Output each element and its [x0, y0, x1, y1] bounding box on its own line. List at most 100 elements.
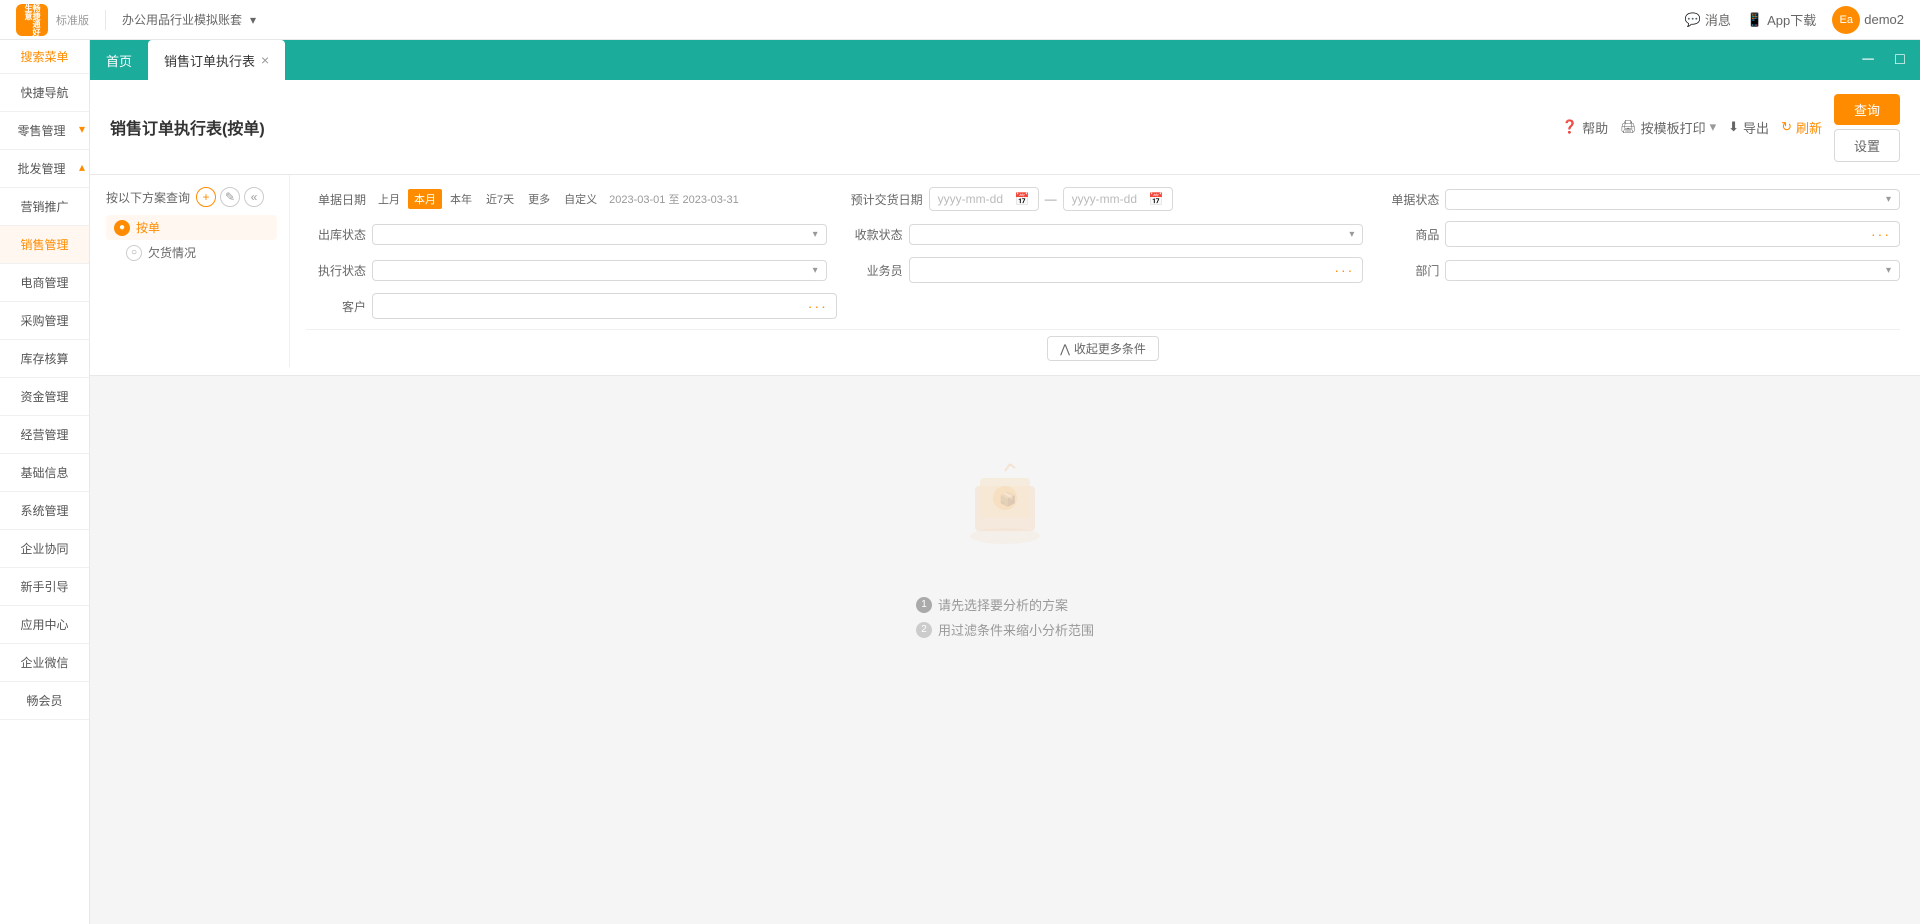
- calendar-icon-1: 📅: [1015, 192, 1030, 206]
- sidebar-item-basic[interactable]: 基础信息: [0, 454, 89, 492]
- query-button[interactable]: 查询: [1834, 94, 1900, 125]
- export-icon: ⬇: [1728, 119, 1739, 135]
- out-status-chevron: ▾: [813, 229, 818, 240]
- tab-close-btn[interactable]: ×: [261, 52, 269, 68]
- department-select[interactable]: ▾: [1445, 260, 1900, 281]
- step-num-2: 2: [916, 622, 932, 638]
- exec-status-label: 执行状态: [306, 262, 366, 279]
- tab-home[interactable]: 首页: [90, 40, 148, 80]
- date-custom-btn[interactable]: 自定义: [558, 189, 603, 209]
- export-btn[interactable]: ⬇ 导出: [1728, 118, 1769, 137]
- query-btn-group: 查询 设置: [1834, 92, 1900, 162]
- out-status-select[interactable]: ▾: [372, 224, 827, 245]
- date-label: 单据日期: [306, 191, 366, 208]
- date-cur-btn[interactable]: 本月: [408, 189, 442, 209]
- status-select[interactable]: ▾: [1445, 189, 1900, 210]
- message-btn[interactable]: 💬 消息: [1685, 10, 1731, 29]
- date-7days-btn[interactable]: 近7天: [480, 189, 520, 209]
- salesperson-select[interactable]: ···: [909, 257, 1364, 283]
- sidebar-item-sales[interactable]: 销售管理: [0, 226, 89, 264]
- plan-edit-btn[interactable]: ✎: [220, 187, 240, 207]
- filter-body: 按以下方案查询 + ✎ « ● 按单 ○: [90, 175, 1920, 367]
- sidebar-item-newbie[interactable]: 新手引导: [0, 568, 89, 606]
- goods-select[interactable]: ···: [1445, 221, 1900, 247]
- sidebar-item-apps[interactable]: 应用中心: [0, 606, 89, 644]
- sidebar-item-member[interactable]: 畅会员: [0, 682, 89, 720]
- date-more-btn[interactable]: 更多: [522, 189, 556, 209]
- expected-date-start[interactable]: yyyy-mm-dd 📅: [929, 187, 1039, 211]
- plan-collapse-btn[interactable]: «: [244, 187, 264, 207]
- empty-illustration: 📦: [955, 456, 1055, 575]
- department-label: 部门: [1379, 262, 1439, 279]
- plan-sub-item-shortage[interactable]: ○ 欠货情况: [106, 240, 277, 265]
- customer-select[interactable]: ···: [372, 293, 837, 319]
- page-header: 销售订单执行表(按单) ❓ 帮助 🖨 按模板打印 ▾ ⬇ 导出: [90, 80, 1920, 175]
- empty-step-1: 1 请先选择要分析的方案: [916, 595, 1094, 614]
- tab-sales-order[interactable]: 销售订单执行表 ×: [148, 40, 285, 80]
- filter-doc-status: 单据状态 ▾: [1379, 189, 1900, 210]
- topbar-nav-title: 办公用品行业模拟账套: [122, 11, 242, 28]
- sidebar-item-quicknav[interactable]: 快捷导航: [0, 74, 89, 112]
- filter-row-4: 客户 ···: [306, 293, 1900, 319]
- sidebar-search[interactable]: 搜索菜单: [0, 40, 89, 74]
- expected-start-placeholder: yyyy-mm-dd: [938, 192, 1003, 206]
- empty-steps: 1 请先选择要分析的方案 2 用过滤条件来缩小分析范围: [916, 595, 1094, 645]
- topbar-right: 💬 消息 📱 App下载 Ea demo2: [1685, 6, 1904, 34]
- filter-receive-status: 收款状态 ▾: [843, 224, 1364, 245]
- tab-bar-right: ─ □: [1848, 48, 1920, 72]
- tab-min-btn[interactable]: ─: [1856, 48, 1880, 72]
- filter-row-3: 执行状态 ▾ 业务员 ···: [306, 257, 1900, 283]
- customer-label: 客户: [306, 298, 366, 315]
- status-chevron-icon: ▾: [1886, 194, 1891, 205]
- plan-sub-label: 欠货情况: [148, 244, 196, 261]
- print-dropdown-icon[interactable]: ▾: [1710, 119, 1717, 135]
- date-prev-btn[interactable]: 上月: [372, 189, 406, 209]
- filter-controls: 单据日期 上月 本月 本年 近7天 更多 自定义: [290, 175, 1920, 367]
- receive-status-label: 收款状态: [843, 226, 903, 243]
- user-profile[interactable]: Ea demo2: [1832, 6, 1904, 34]
- sidebar-item-retail[interactable]: 零售管理 ▾: [0, 112, 89, 150]
- topbar-left: 畅捷通好生意 标准版 办公用品行业模拟账套 ▾: [16, 4, 256, 36]
- tab-max-btn[interactable]: □: [1888, 48, 1912, 72]
- refresh-btn[interactable]: ↻ 刷新: [1781, 118, 1822, 137]
- salesperson-label: 业务员: [843, 262, 903, 279]
- sidebar-item-marketing[interactable]: 营销推广: [0, 188, 89, 226]
- set-button[interactable]: 设置: [1834, 129, 1900, 162]
- exec-status-select[interactable]: ▾: [372, 260, 827, 281]
- sidebar-item-ops[interactable]: 经营管理: [0, 416, 89, 454]
- date-year-btn[interactable]: 本年: [444, 189, 478, 209]
- main-layout: 搜索菜单 快捷导航 零售管理 ▾ 批发管理 ▴ 营销推广 销售管理 电商管理 采…: [0, 40, 1920, 924]
- filter-goods: 商品 ···: [1379, 221, 1900, 247]
- collapse-icon: ⋀: [1060, 342, 1070, 356]
- logo-text: 畅捷通好生意: [24, 4, 40, 36]
- filter-expected-date: 预计交货日期 yyyy-mm-dd 📅 — yyyy-mm-dd 📅: [843, 187, 1364, 211]
- sidebar-item-corp[interactable]: 企业协同: [0, 530, 89, 568]
- sidebar: 搜索菜单 快捷导航 零售管理 ▾ 批发管理 ▴ 营销推广 销售管理 电商管理 采…: [0, 40, 90, 924]
- step-1-text: 请先选择要分析的方案: [938, 595, 1068, 614]
- topbar-subtitle: 标准版: [56, 12, 89, 28]
- sidebar-item-system[interactable]: 系统管理: [0, 492, 89, 530]
- expected-date-end[interactable]: yyyy-mm-dd 📅: [1063, 187, 1173, 211]
- sidebar-item-wholesale[interactable]: 批发管理 ▴: [0, 150, 89, 188]
- receive-status-select[interactable]: ▾: [909, 224, 1364, 245]
- collapse-label: 收起更多条件: [1074, 340, 1146, 357]
- date-separator: —: [1045, 192, 1057, 206]
- topbar: 畅捷通好生意 标准版 办公用品行业模拟账套 ▾ 💬 消息 📱 App下载 Ea …: [0, 0, 1920, 40]
- print-label: 按模板打印: [1641, 118, 1706, 137]
- content-area: 首页 销售订单执行表 × ─ □ 销售订单执行表(按单) ❓ 帮助: [90, 40, 1920, 924]
- sidebar-item-finance[interactable]: 资金管理: [0, 378, 89, 416]
- date-range-display: 2023-03-01 至 2023-03-31: [609, 191, 739, 207]
- app-download-btn[interactable]: 📱 App下载: [1747, 10, 1816, 29]
- sidebar-item-ecommerce[interactable]: 电商管理: [0, 264, 89, 302]
- sidebar-item-inventory[interactable]: 库存核算: [0, 340, 89, 378]
- sidebar-item-wechat[interactable]: 企业微信: [0, 644, 89, 682]
- collapse-more-btn[interactable]: ⋀ 收起更多条件: [1047, 336, 1159, 361]
- salesperson-dots-icon: ···: [1334, 262, 1354, 278]
- help-btn[interactable]: ❓ 帮助: [1562, 118, 1608, 137]
- plan-add-btn[interactable]: +: [196, 187, 216, 207]
- logo: 畅捷通好生意: [16, 4, 48, 36]
- print-btn[interactable]: 🖨 按模板打印 ▾: [1620, 118, 1716, 137]
- sidebar-item-purchase[interactable]: 采购管理: [0, 302, 89, 340]
- plan-item-single[interactable]: ● 按单: [106, 215, 277, 240]
- nav-dropdown-icon[interactable]: ▾: [250, 13, 256, 27]
